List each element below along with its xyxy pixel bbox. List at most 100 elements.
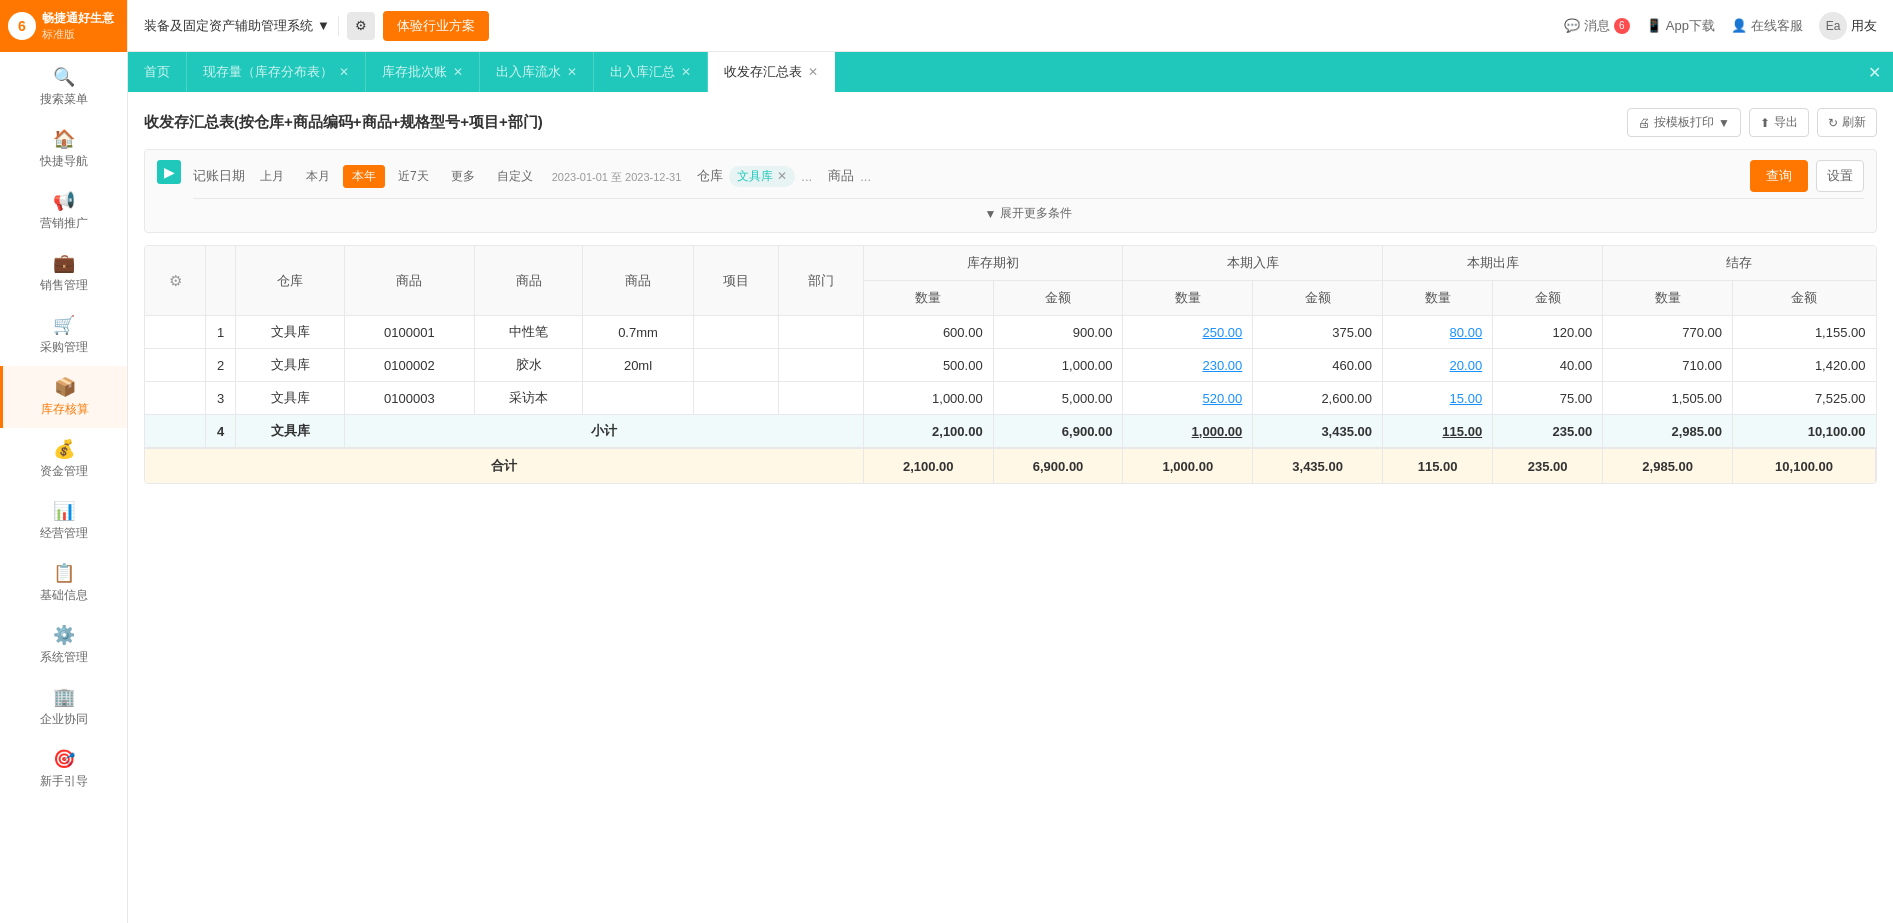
row-start-amt: 900.00	[993, 316, 1123, 349]
settings-icon-btn[interactable]: ⚙	[347, 12, 375, 40]
sidebar-item-label-basic-info: 基础信息	[40, 587, 88, 604]
tab-bar-close-btn[interactable]: ✕	[1856, 63, 1893, 82]
warehouse-more[interactable]: ...	[801, 169, 812, 184]
online-service-action[interactable]: 👤 在线客服	[1731, 17, 1803, 35]
sidebar-item-finance[interactable]: 💰 资金管理	[0, 428, 127, 490]
filter-toggle-btn[interactable]: ▶	[157, 160, 181, 184]
export-btn[interactable]: ⬆ 导出	[1749, 108, 1809, 137]
sidebar-logo: 6 畅捷通好生意 标准版	[0, 0, 127, 52]
user-name: 用友	[1851, 17, 1877, 35]
row-bal-qty: 710.00	[1603, 349, 1733, 382]
sidebar-item-guide[interactable]: 🎯 新手引导	[0, 738, 127, 800]
sales-icon: 💼	[53, 252, 75, 274]
date-btn-this-year[interactable]: 本年	[343, 165, 385, 188]
th-bal-qty: 数量	[1603, 281, 1733, 316]
subtotal-out-amt: 235.00	[1493, 415, 1603, 449]
sidebar-item-search[interactable]: 🔍 搜索菜单	[0, 56, 127, 118]
avatar-text: Ea	[1826, 19, 1841, 33]
message-badge: 6	[1614, 18, 1630, 34]
th-start-amt: 金额	[993, 281, 1123, 316]
sidebar-item-system[interactable]: ⚙️ 系统管理	[0, 614, 127, 676]
tab-stock-batch-label: 库存批次账	[382, 63, 447, 81]
page-title: 收发存汇总表(按仓库+商品编码+商品+规格型号+项目+部门)	[144, 113, 543, 132]
tab-stock-summary[interactable]: 出入库汇总 ✕	[594, 52, 708, 92]
page-title-bar: 收发存汇总表(按仓库+商品编码+商品+规格型号+项目+部门) 🖨 按模板打印 ▼…	[144, 108, 1877, 137]
warehouse-tag[interactable]: 文具库 ✕	[729, 166, 795, 187]
print-label: 按模板打印	[1654, 114, 1714, 131]
tab-stock-batch[interactable]: 库存批次账 ✕	[366, 52, 480, 92]
warehouse-tag-text: 文具库	[737, 168, 773, 185]
tab-home[interactable]: 首页	[128, 52, 187, 92]
warehouse-tag-close[interactable]: ✕	[777, 169, 787, 183]
row-in-qty[interactable]: 250.00	[1123, 316, 1253, 349]
row-start-qty: 500.00	[863, 349, 993, 382]
sidebar-item-enterprise[interactable]: 🏢 企业协同	[0, 676, 127, 738]
date-btn-more[interactable]: 更多	[442, 165, 484, 188]
subtotal-no: 4	[206, 415, 236, 449]
total-bal-amt: 10,100.00	[1733, 448, 1876, 483]
row-goods-code: 0100002	[344, 349, 474, 382]
row-gear	[145, 382, 206, 415]
subtotal-warehouse: 文具库	[236, 415, 345, 449]
experience-btn[interactable]: 体验行业方案	[383, 11, 489, 41]
row-out-qty[interactable]: 20.00	[1383, 349, 1493, 382]
date-btn-7days[interactable]: 近7天	[389, 165, 438, 188]
sidebar-item-inventory[interactable]: 📦 库存核算	[0, 366, 127, 428]
subtotal-label: 小计	[344, 415, 863, 449]
export-label: 导出	[1774, 114, 1798, 131]
sidebar-item-quick-nav[interactable]: 🏠 快捷导航	[0, 118, 127, 180]
sidebar-item-sales[interactable]: 💼 销售管理	[0, 242, 127, 304]
tab-recv-send[interactable]: 收发存汇总表 ✕	[708, 52, 835, 92]
row-out-qty[interactable]: 80.00	[1383, 316, 1493, 349]
row-goods-spec: 20ml	[583, 349, 693, 382]
date-btn-this-month[interactable]: 本月	[297, 165, 339, 188]
row-bal-amt: 1,155.00	[1733, 316, 1876, 349]
sidebar-item-purchase[interactable]: 🛒 采购管理	[0, 304, 127, 366]
row-dept	[778, 349, 863, 382]
sidebar-item-marketing[interactable]: 📢 营销推广	[0, 180, 127, 242]
th-gear[interactable]: ⚙	[145, 246, 206, 316]
refresh-btn[interactable]: ↻ 刷新	[1817, 108, 1877, 137]
row-in-amt: 460.00	[1253, 349, 1383, 382]
tab-stock-flow-close[interactable]: ✕	[567, 65, 577, 79]
message-action[interactable]: 💬 消息 6	[1564, 17, 1630, 35]
th-dept: 部门	[778, 246, 863, 316]
date-btn-last-month[interactable]: 上月	[251, 165, 293, 188]
subtotal-row: 4 文具库 小计 2,100.00 6,900.00 1,000.00 3,43…	[145, 415, 1876, 449]
marketing-icon: 📢	[53, 190, 75, 212]
goods-more[interactable]: ...	[860, 169, 871, 184]
tab-stock-flow[interactable]: 出入库流水 ✕	[480, 52, 594, 92]
row-project	[693, 316, 778, 349]
print-btn[interactable]: 🖨 按模板打印 ▼	[1627, 108, 1741, 137]
gear-icon[interactable]: ⚙	[169, 272, 182, 289]
tab-stock-batch-close[interactable]: ✕	[453, 65, 463, 79]
user-action[interactable]: Ea 用友	[1819, 12, 1877, 40]
print-dropdown-icon: ▼	[1718, 116, 1730, 130]
app-download-action[interactable]: 📱 App下载	[1646, 17, 1715, 35]
row-in-qty[interactable]: 520.00	[1123, 382, 1253, 415]
tab-stock-summary-close[interactable]: ✕	[681, 65, 691, 79]
row-in-qty[interactable]: 230.00	[1123, 349, 1253, 382]
total-in-amt: 3,435.00	[1253, 448, 1383, 483]
tab-stock-dist-close[interactable]: ✕	[339, 65, 349, 79]
date-btn-custom[interactable]: 自定义	[488, 165, 542, 188]
tab-recv-send-close[interactable]: ✕	[808, 65, 818, 79]
tab-recv-send-label: 收发存汇总表	[724, 63, 802, 81]
filter-expand[interactable]: ▼ 展开更多条件	[193, 198, 1864, 222]
goods-filter-label: 商品	[828, 167, 854, 185]
settings-text-btn[interactable]: 设置	[1816, 160, 1864, 192]
sidebar-menu: 🔍 搜索菜单 🏠 快捷导航 📢 营销推广 💼 销售管理 🛒 采购管理 📦	[0, 52, 127, 923]
sidebar-item-operations[interactable]: 📊 经营管理	[0, 490, 127, 552]
th-period-out: 本期出库	[1383, 246, 1603, 281]
tab-stock-dist[interactable]: 现存量（库存分布表） ✕	[187, 52, 366, 92]
goods-filter: 商品 ...	[828, 167, 871, 185]
subtotal-start-qty: 2,100.00	[863, 415, 993, 449]
query-btn[interactable]: 查询	[1750, 160, 1808, 192]
sidebar-item-basic-info[interactable]: 📋 基础信息	[0, 552, 127, 614]
row-out-qty[interactable]: 15.00	[1383, 382, 1493, 415]
sidebar-item-label-guide: 新手引导	[40, 773, 88, 790]
table-row: 2 文具库 0100002 胶水 20ml 500.00 1,000.00 23…	[145, 349, 1876, 382]
row-no: 2	[206, 349, 236, 382]
basic-info-icon: 📋	[53, 562, 75, 584]
system-title-dropdown[interactable]: 装备及固定资产辅助管理系统 ▼	[144, 17, 330, 35]
